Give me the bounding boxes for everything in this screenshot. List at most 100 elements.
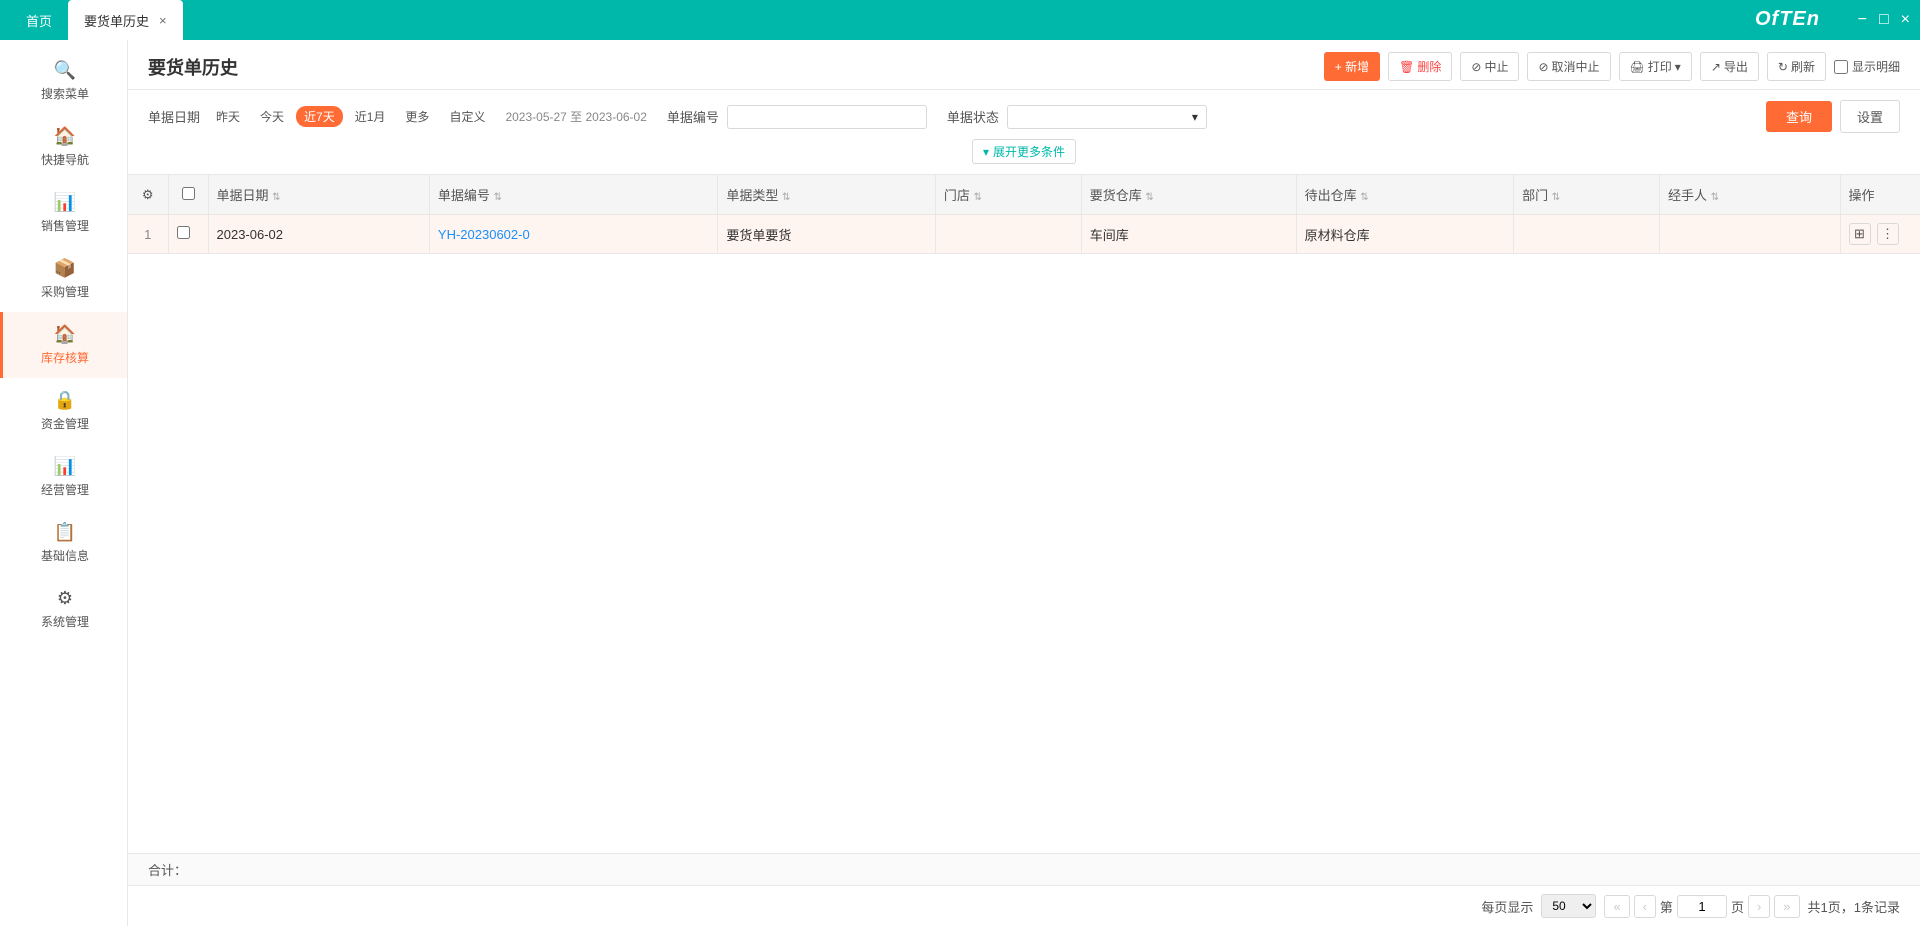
sort-store-icon: ⇅ bbox=[974, 192, 982, 203]
system-icon: ⚙ bbox=[57, 588, 73, 609]
close-btn[interactable]: × bbox=[1901, 11, 1910, 29]
sidebar-item-sales[interactable]: 📊 销售管理 bbox=[0, 180, 127, 246]
table-footer: 合计： bbox=[128, 853, 1920, 885]
top-bar: 首页 要货单历史 × OfTEn − □ × bbox=[0, 0, 1920, 40]
sidebar-item-label: 系统管理 bbox=[41, 613, 89, 630]
sidebar-item-label: 资金管理 bbox=[41, 415, 89, 432]
settings-button[interactable]: 设置 bbox=[1840, 100, 1900, 133]
row-checkbox[interactable] bbox=[177, 226, 190, 239]
col-number[interactable]: 单据编号 ⇅ bbox=[429, 175, 717, 215]
row-check[interactable] bbox=[168, 215, 208, 254]
shortcut-custom[interactable]: 自定义 bbox=[441, 106, 493, 127]
sidebar-item-operations[interactable]: 📊 经营管理 bbox=[0, 444, 127, 510]
col-department[interactable]: 部门 ⇅ bbox=[1514, 175, 1660, 215]
prev-page-btn[interactable]: ‹ bbox=[1634, 895, 1656, 918]
page-label: 第 bbox=[1660, 897, 1673, 916]
sort-req-warehouse-icon: ⇅ bbox=[1145, 192, 1153, 203]
last-page-btn[interactable]: » bbox=[1774, 895, 1799, 918]
tab-home[interactable]: 首页 bbox=[10, 0, 68, 40]
shortcut-recent7[interactable]: 近7天 bbox=[296, 106, 343, 127]
col-pending-warehouse[interactable]: 待出仓库 ⇅ bbox=[1296, 175, 1513, 215]
cell-date: 2023-06-02 bbox=[208, 215, 429, 254]
print-button[interactable]: 🖨 打印 ▾ bbox=[1619, 52, 1692, 81]
tab-order-history[interactable]: 要货单历史 × bbox=[68, 0, 183, 40]
table-container: ⚙ 单据日期 ⇅ 单据编号 ⇅ 单据类型 ⇅ 门店 ⇅ 要货仓库 ⇅ 待出仓库 … bbox=[128, 175, 1920, 853]
col-settings[interactable]: ⚙ bbox=[128, 175, 168, 215]
sidebar-item-finance[interactable]: 🔒 资金管理 bbox=[0, 378, 127, 444]
expand-more-row: ▾ 展开更多条件 bbox=[148, 139, 1900, 164]
refresh-button[interactable]: ↻ 刷新 bbox=[1767, 52, 1826, 81]
quick-nav-icon: 🏠 bbox=[54, 126, 76, 147]
cell-department bbox=[1514, 215, 1660, 254]
stop-button[interactable]: ⊘ 中止 bbox=[1460, 52, 1519, 81]
page-title: 要货单历史 bbox=[148, 54, 238, 80]
next-page-btn[interactable]: › bbox=[1748, 895, 1770, 918]
col-date[interactable]: 单据日期 ⇅ bbox=[208, 175, 429, 215]
export-icon: ↗ bbox=[1711, 60, 1721, 74]
sidebar: 🔍 搜索菜单 🏠 快捷导航 📊 销售管理 📦 采购管理 🏠 库存核算 🔒 资金管… bbox=[0, 40, 128, 926]
shortcut-more[interactable]: 更多 bbox=[397, 106, 437, 127]
main-content: 要货单历史 + 新增 🗑 删除 ⊘ 中止 ⊘ 取消中止 🖨 打印 bbox=[128, 40, 1920, 926]
page-number-input[interactable] bbox=[1677, 895, 1727, 918]
sidebar-item-label: 采购管理 bbox=[41, 283, 89, 300]
show-detail-toggle[interactable]: 显示明细 bbox=[1834, 58, 1900, 75]
cancel-stop-icon: ⊘ bbox=[1538, 60, 1548, 74]
date-filter-label: 单据日期 bbox=[148, 107, 200, 126]
cancel-stop-button[interactable]: ⊘ 取消中止 bbox=[1527, 52, 1610, 81]
tab-close-icon[interactable]: × bbox=[159, 13, 167, 28]
total-info: 共1页，1条记录 bbox=[1808, 897, 1900, 916]
sidebar-item-purchase[interactable]: 📦 采购管理 bbox=[0, 246, 127, 312]
sort-type-icon: ⇅ bbox=[782, 192, 790, 203]
filter-area: 单据日期 昨天 今天 近7天 近1月 更多 自定义 2023-05-27 至 2… bbox=[128, 90, 1920, 175]
sort-pending-warehouse-icon: ⇅ bbox=[1360, 192, 1368, 203]
col-handler[interactable]: 经手人 ⇅ bbox=[1660, 175, 1840, 215]
doc-number-label: 单据编号 bbox=[667, 107, 719, 126]
query-button[interactable]: 查询 bbox=[1766, 101, 1832, 132]
page-nav: « ‹ 第 页 › » bbox=[1604, 895, 1799, 918]
sidebar-item-search-menu[interactable]: 🔍 搜索菜单 bbox=[0, 48, 127, 114]
more-ops-icon[interactable]: ⋮ bbox=[1877, 223, 1899, 245]
delete-button[interactable]: 🗑 删除 bbox=[1388, 52, 1452, 81]
op-icons: ⊞ ⋮ bbox=[1849, 223, 1913, 245]
table-row[interactable]: 1 2023-06-02 YH-20230602-0 要货单要货 车间库 原材料… bbox=[128, 215, 1920, 254]
print-arrow-icon: ▾ bbox=[1675, 60, 1681, 74]
col-store[interactable]: 门店 ⇅ bbox=[935, 175, 1081, 215]
sidebar-item-inventory[interactable]: 🏠 库存核算 bbox=[0, 312, 127, 378]
doc-number-filter-group: 单据编号 bbox=[667, 105, 927, 129]
refresh-icon: ↻ bbox=[1778, 60, 1788, 74]
col-type[interactable]: 单据类型 ⇅ bbox=[718, 175, 935, 215]
maximize-btn[interactable]: □ bbox=[1879, 11, 1889, 29]
sidebar-item-basic-info[interactable]: 📋 基础信息 bbox=[0, 510, 127, 576]
cell-handler bbox=[1660, 215, 1840, 254]
basic-info-icon: 📋 bbox=[54, 522, 76, 543]
shortcut-recent-month[interactable]: 近1月 bbox=[347, 106, 394, 127]
cell-req-warehouse: 车间库 bbox=[1081, 215, 1296, 254]
show-detail-checkbox[interactable] bbox=[1834, 60, 1848, 74]
new-button[interactable]: + 新增 bbox=[1324, 52, 1380, 81]
col-check[interactable] bbox=[168, 175, 208, 215]
sidebar-item-label: 销售管理 bbox=[41, 217, 89, 234]
view-icon[interactable]: ⊞ bbox=[1849, 223, 1871, 245]
cell-store bbox=[935, 215, 1081, 254]
header-actions: + 新增 🗑 删除 ⊘ 中止 ⊘ 取消中止 🖨 打印 ▾ bbox=[1324, 52, 1900, 81]
shortcut-today[interactable]: 今天 bbox=[252, 106, 292, 127]
doc-number-link[interactable]: YH-20230602-0 bbox=[438, 227, 530, 242]
first-page-btn[interactable]: « bbox=[1604, 895, 1629, 918]
minimize-btn[interactable]: − bbox=[1858, 11, 1867, 29]
check-all-checkbox[interactable] bbox=[182, 187, 195, 200]
cell-number: YH-20230602-0 bbox=[429, 215, 717, 254]
col-req-warehouse[interactable]: 要货仓库 ⇅ bbox=[1081, 175, 1296, 215]
sidebar-item-label: 库存核算 bbox=[41, 349, 89, 366]
col-operations: 操作 bbox=[1840, 175, 1920, 215]
shortcut-yesterday[interactable]: 昨天 bbox=[208, 106, 248, 127]
sidebar-item-system[interactable]: ⚙ 系统管理 bbox=[0, 576, 127, 642]
per-page-select[interactable]: 50 100 200 bbox=[1541, 894, 1596, 918]
sidebar-item-quick-nav[interactable]: 🏠 快捷导航 bbox=[0, 114, 127, 180]
doc-status-select[interactable]: ▾ bbox=[1007, 105, 1207, 129]
expand-more-button[interactable]: ▾ 展开更多条件 bbox=[972, 139, 1076, 164]
export-button[interactable]: ↗ 导出 bbox=[1700, 52, 1759, 81]
sidebar-item-label: 搜索菜单 bbox=[41, 85, 89, 102]
doc-number-input[interactable] bbox=[727, 105, 927, 129]
per-page-label: 每页显示 bbox=[1481, 897, 1533, 916]
filter-row: 单据日期 昨天 今天 近7天 近1月 更多 自定义 2023-05-27 至 2… bbox=[148, 100, 1900, 133]
